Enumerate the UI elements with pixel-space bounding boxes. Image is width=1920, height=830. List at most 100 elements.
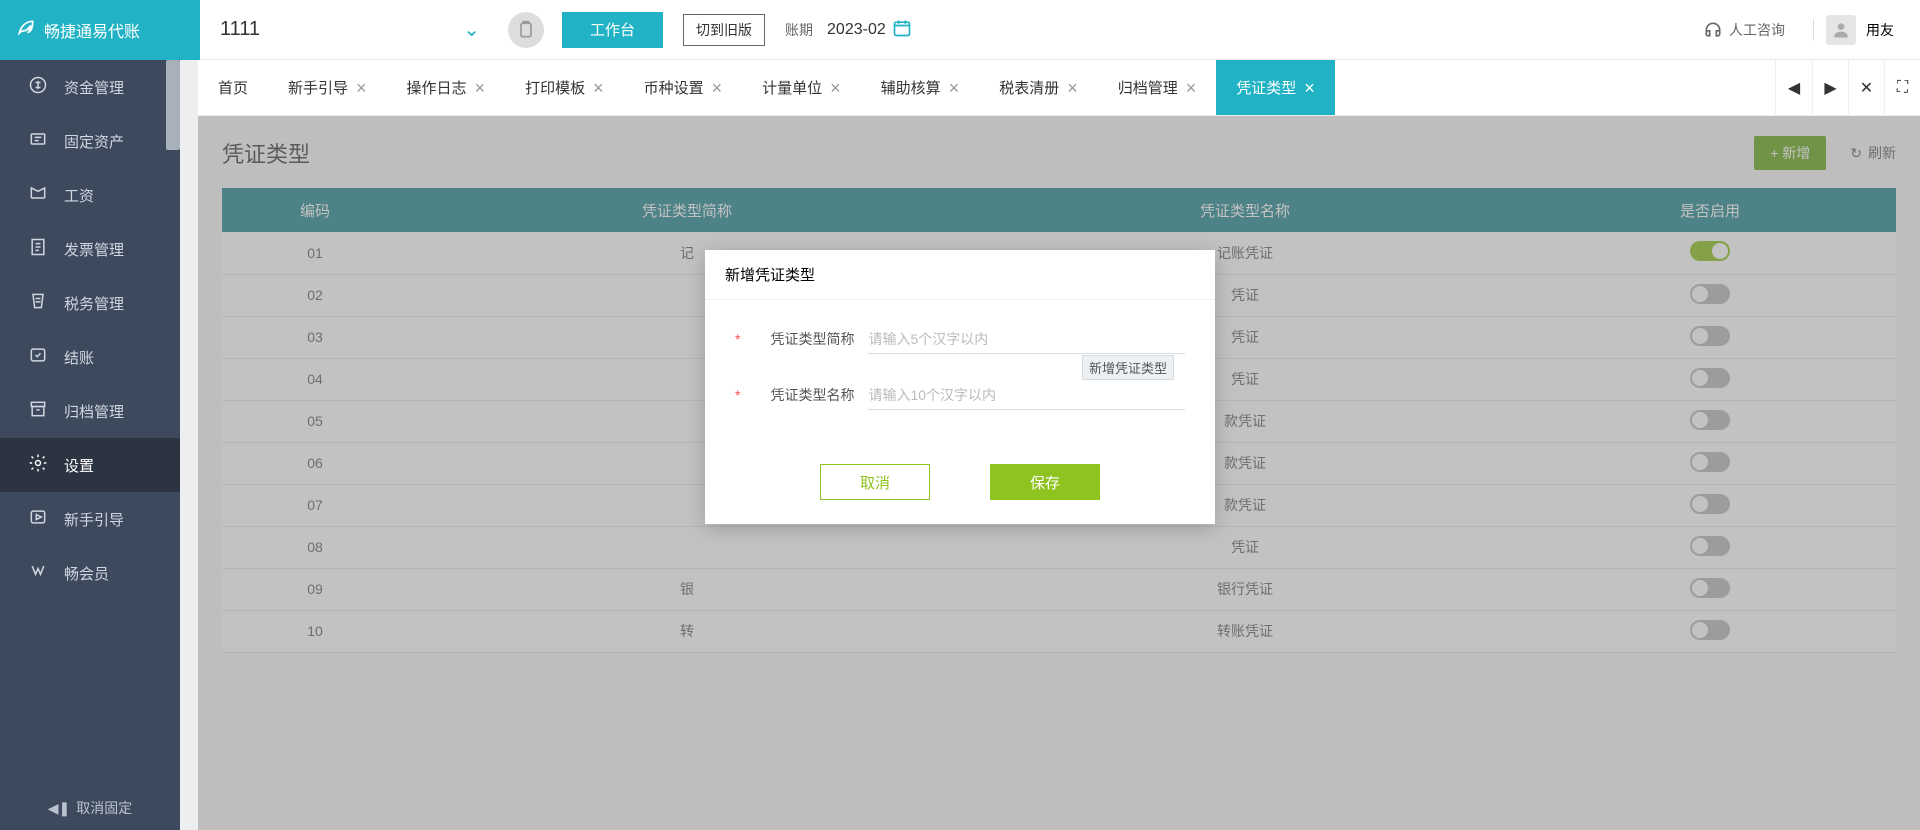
tab-label: 辅助核算 — [881, 77, 941, 98]
user-menu[interactable]: 用友 — [1826, 15, 1894, 45]
close-icon[interactable]: × — [949, 79, 960, 97]
required-mark: * — [735, 331, 740, 347]
fullscreen-icon[interactable]: ⛶ — [1884, 60, 1920, 115]
tab-label: 打印模板 — [525, 77, 585, 98]
close-icon[interactable]: × — [830, 79, 841, 97]
period-label: 账期 — [785, 20, 813, 40]
scroll-gutter — [180, 60, 198, 830]
tab-scroll-right[interactable]: ▶ — [1812, 60, 1848, 115]
tab[interactable]: 凭证类型 × — [1216, 60, 1335, 115]
tab[interactable]: 新手引导 × — [268, 60, 387, 115]
sidebar-item-invoice[interactable]: 发票管理 — [0, 222, 180, 276]
money-icon — [28, 75, 48, 99]
support-link[interactable]: 人工咨询 — [1703, 20, 1785, 40]
clipboard-icon-button[interactable] — [508, 12, 544, 48]
tab-label: 币种设置 — [644, 77, 704, 98]
unpin-label: 取消固定 — [76, 798, 132, 818]
cancel-button[interactable]: 取消 — [820, 464, 930, 500]
close-icon[interactable]: × — [1067, 79, 1078, 97]
invoice-icon — [28, 237, 48, 261]
sidebar-item-label: 畅会员 — [64, 563, 109, 584]
avatar-icon — [1826, 15, 1856, 45]
form-row-short-name: * 凭证类型简称 — [735, 324, 1185, 354]
logo-area: 畅捷通易代账 — [0, 0, 200, 60]
tab[interactable]: 打印模板 × — [505, 60, 624, 115]
sidebar-item-guide[interactable]: 新手引导 — [0, 492, 180, 546]
sidebar-item-settings[interactable]: 设置 — [0, 438, 180, 492]
feather-icon — [16, 18, 36, 41]
sidebar-item-label: 新手引导 — [64, 509, 124, 530]
tooltip: 新增凭证类型 — [1082, 355, 1174, 380]
sidebar-item-label: 工资 — [64, 185, 94, 206]
tab-label: 操作日志 — [407, 77, 467, 98]
full-name-label: 凭证类型名称 — [744, 385, 854, 405]
unpin-icon: ◀❚ — [48, 800, 71, 817]
close-icon[interactable]: × — [1304, 79, 1315, 97]
close-icon[interactable]: × — [356, 79, 367, 97]
tab-label: 新手引导 — [288, 77, 348, 98]
guide-icon — [28, 507, 48, 531]
sidebar-item-money[interactable]: 资金管理 — [0, 60, 180, 114]
add-voucher-type-modal: 新增凭证类型 * 凭证类型简称 * 凭证类型名称 取消 保存 — [705, 250, 1215, 524]
brand-name: 畅捷通易代账 — [44, 18, 140, 42]
tax-icon — [28, 291, 48, 315]
sidebar-item-label: 固定资产 — [64, 131, 124, 152]
tab[interactable]: 辅助核算 × — [861, 60, 980, 115]
form-row-full-name: * 凭证类型名称 — [735, 380, 1185, 410]
required-mark: * — [735, 387, 740, 403]
sidebar-item-label: 归档管理 — [64, 401, 124, 422]
salary-icon — [28, 183, 48, 207]
tab[interactable]: 操作日志 × — [387, 60, 506, 115]
tab[interactable]: 税表清册 × — [979, 60, 1098, 115]
headset-icon — [1703, 20, 1723, 40]
company-selector[interactable]: 1111 ⌄ — [200, 17, 500, 42]
sidebar-item-label: 发票管理 — [64, 239, 124, 260]
short-name-label: 凭证类型简称 — [744, 329, 854, 349]
vip-icon — [28, 561, 48, 585]
sidebar: 资金管理固定资产工资发票管理税务管理结账归档管理设置新手引导畅会员 ◀❚ 取消固… — [0, 60, 180, 830]
sidebar-scrollbar[interactable] — [166, 60, 180, 150]
sidebar-item-asset[interactable]: 固定资产 — [0, 114, 180, 168]
short-name-input[interactable] — [868, 324, 1185, 354]
sidebar-item-label: 设置 — [64, 455, 94, 476]
save-button[interactable]: 保存 — [990, 464, 1100, 500]
tab[interactable]: 计量单位 × — [742, 60, 861, 115]
close-period-icon — [28, 345, 48, 369]
tab-controls: ◀ ▶ ✕ ⛶ — [1775, 60, 1920, 115]
tab[interactable]: 首页 — [198, 60, 268, 115]
calendar-icon[interactable] — [892, 18, 912, 41]
sidebar-item-archive[interactable]: 归档管理 — [0, 384, 180, 438]
unpin-button[interactable]: ◀❚ 取消固定 — [0, 786, 180, 830]
tab-label: 计量单位 — [762, 77, 822, 98]
close-icon[interactable]: × — [593, 79, 604, 97]
tab-scroll-left[interactable]: ◀ — [1776, 60, 1812, 115]
sidebar-item-label: 税务管理 — [64, 293, 124, 314]
chevron-down-icon: ⌄ — [463, 17, 480, 42]
sidebar-item-close-period[interactable]: 结账 — [0, 330, 180, 384]
modal-title: 新增凭证类型 — [705, 250, 1215, 300]
sidebar-item-label: 资金管理 — [64, 77, 124, 98]
sidebar-item-vip[interactable]: 畅会员 — [0, 546, 180, 600]
tab-close-all[interactable]: ✕ — [1848, 60, 1884, 115]
tab[interactable]: 币种设置 × — [624, 60, 743, 115]
settings-icon — [28, 453, 48, 477]
user-name: 用友 — [1866, 20, 1894, 40]
asset-icon — [28, 129, 48, 153]
tab-label: 税表清册 — [999, 77, 1059, 98]
close-icon[interactable]: × — [475, 79, 486, 97]
old-version-button[interactable]: 切到旧版 — [683, 14, 765, 46]
company-value: 1111 — [220, 18, 260, 41]
divider — [1813, 19, 1814, 41]
full-name-input[interactable] — [868, 380, 1185, 410]
close-icon[interactable]: × — [712, 79, 723, 97]
close-icon[interactable]: × — [1186, 79, 1197, 97]
support-text: 人工咨询 — [1729, 20, 1785, 40]
sidebar-item-tax[interactable]: 税务管理 — [0, 276, 180, 330]
tab-label: 凭证类型 — [1236, 77, 1296, 98]
tab[interactable]: 归档管理 × — [1098, 60, 1217, 115]
tab-label: 首页 — [218, 77, 248, 98]
workspace-button[interactable]: 工作台 — [562, 12, 663, 48]
sidebar-item-label: 结账 — [64, 347, 94, 368]
tab-label: 归档管理 — [1118, 77, 1178, 98]
sidebar-item-salary[interactable]: 工资 — [0, 168, 180, 222]
